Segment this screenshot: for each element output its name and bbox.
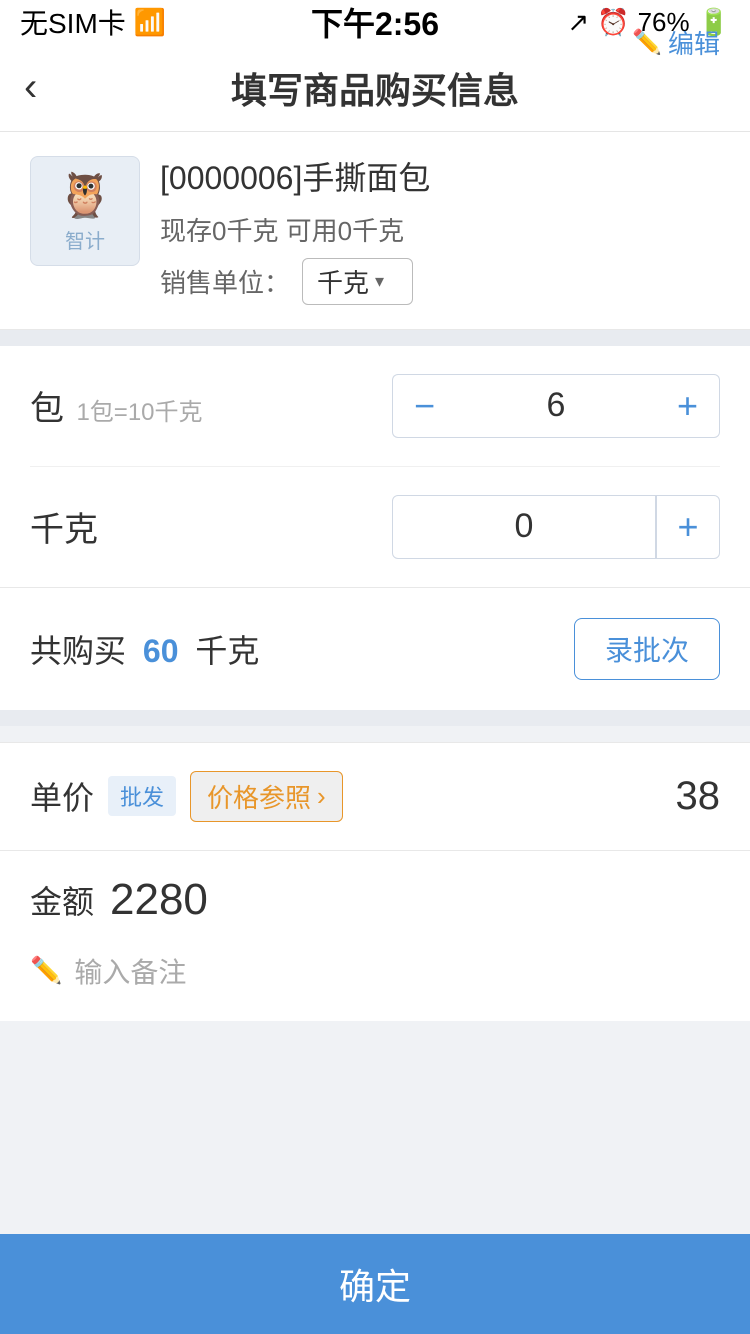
edit-icon: ✏️: [632, 28, 662, 57]
bao-label-group: 包 1包=10千克: [30, 381, 203, 430]
bao-minus-button[interactable]: −: [392, 374, 456, 438]
unit-select[interactable]: 千克 ▾: [302, 258, 413, 305]
status-left: 无SIM卡 📶: [20, 2, 166, 42]
bao-label: 包: [30, 390, 64, 428]
bao-plus-button[interactable]: +: [656, 374, 720, 438]
product-logo-text: 智计: [65, 225, 105, 254]
amount-row: 金额 2280: [30, 875, 720, 935]
status-time: 下午2:56: [311, 0, 439, 45]
qianke-plus-button[interactable]: +: [656, 495, 720, 559]
alarm-icon: ⏰: [597, 7, 629, 38]
unit-value: 千克: [317, 263, 369, 300]
dropdown-arrow-icon: ▾: [375, 271, 384, 292]
qianke-stepper: 0 +: [392, 495, 720, 559]
amount-section: 金额 2280 ✏️ 输入备注: [0, 851, 750, 1021]
amount-label: 金额: [30, 877, 94, 923]
total-prefix: 共购买: [30, 633, 126, 669]
product-info: [0000006]手撕面包 现存0千克 可用0千克 销售单位： 千克 ▾: [160, 156, 720, 305]
carrier-label: 无SIM卡: [20, 2, 126, 42]
back-button[interactable]: ‹: [24, 65, 37, 110]
separator-2: [0, 710, 750, 726]
product-logo-icon: 🦉: [58, 169, 113, 221]
remark-placeholder: 输入备注: [74, 951, 186, 991]
wifi-icon: 📶: [134, 7, 166, 38]
record-batch-button[interactable]: 录批次: [574, 618, 720, 680]
bao-sub-label: 1包=10千克: [76, 399, 202, 426]
confirm-label: 确定: [339, 1258, 411, 1310]
price-ref-arrow-icon: ›: [317, 781, 326, 812]
price-ref-label: 价格参照: [207, 778, 311, 815]
qianke-label: 千克: [30, 502, 150, 551]
product-name: [0000006]手撕面包: [160, 156, 720, 201]
pencil-icon: ✏️: [30, 955, 62, 986]
edit-label: 编辑: [668, 24, 720, 61]
location-icon: ↗: [567, 7, 589, 38]
qianke-input-section: 千克 0 +: [0, 467, 750, 587]
edit-button[interactable]: ✏️ 编辑: [632, 24, 720, 61]
total-section: 共购买 60 千克 录批次: [0, 587, 750, 710]
product-image: 🦉 智计: [30, 156, 140, 266]
price-row: 单价 批发 价格参照 › 38: [30, 743, 720, 850]
total-row: 共购买 60 千克 录批次: [30, 588, 720, 710]
bao-value[interactable]: 6: [456, 374, 656, 438]
price-value: 38: [676, 774, 721, 819]
remark-row[interactable]: ✏️ 输入备注: [30, 935, 720, 1021]
page-title: 填写商品购买信息: [231, 62, 519, 114]
unit-label: 销售单位：: [160, 263, 290, 300]
bao-stepper: − 6 +: [392, 374, 720, 438]
total-unit: 千克: [195, 633, 259, 669]
product-card: 🦉 智计 [0000006]手撕面包 现存0千克 可用0千克 销售单位： 千克 …: [0, 132, 750, 330]
price-tag: 批发: [108, 776, 176, 816]
amount-value: 2280: [110, 875, 208, 925]
qianke-input-row: 千克 0 +: [30, 467, 720, 587]
price-label: 单价: [30, 773, 94, 819]
total-label: 共购买 60 千克: [30, 626, 259, 672]
separator-1: [0, 330, 750, 346]
bao-input-section: 包 1包=10千克 − 6 +: [0, 346, 750, 467]
product-stock: 现存0千克 可用0千克: [160, 211, 720, 248]
total-amount: 60: [143, 633, 179, 669]
product-unit-row: 销售单位： 千克 ▾: [160, 258, 720, 305]
qianke-value[interactable]: 0: [392, 495, 656, 559]
confirm-button[interactable]: 确定: [0, 1234, 750, 1334]
price-section: 单价 批发 价格参照 › 38: [0, 742, 750, 851]
bao-input-row: 包 1包=10千克 − 6 +: [30, 346, 720, 467]
price-ref-button[interactable]: 价格参照 ›: [190, 771, 343, 822]
